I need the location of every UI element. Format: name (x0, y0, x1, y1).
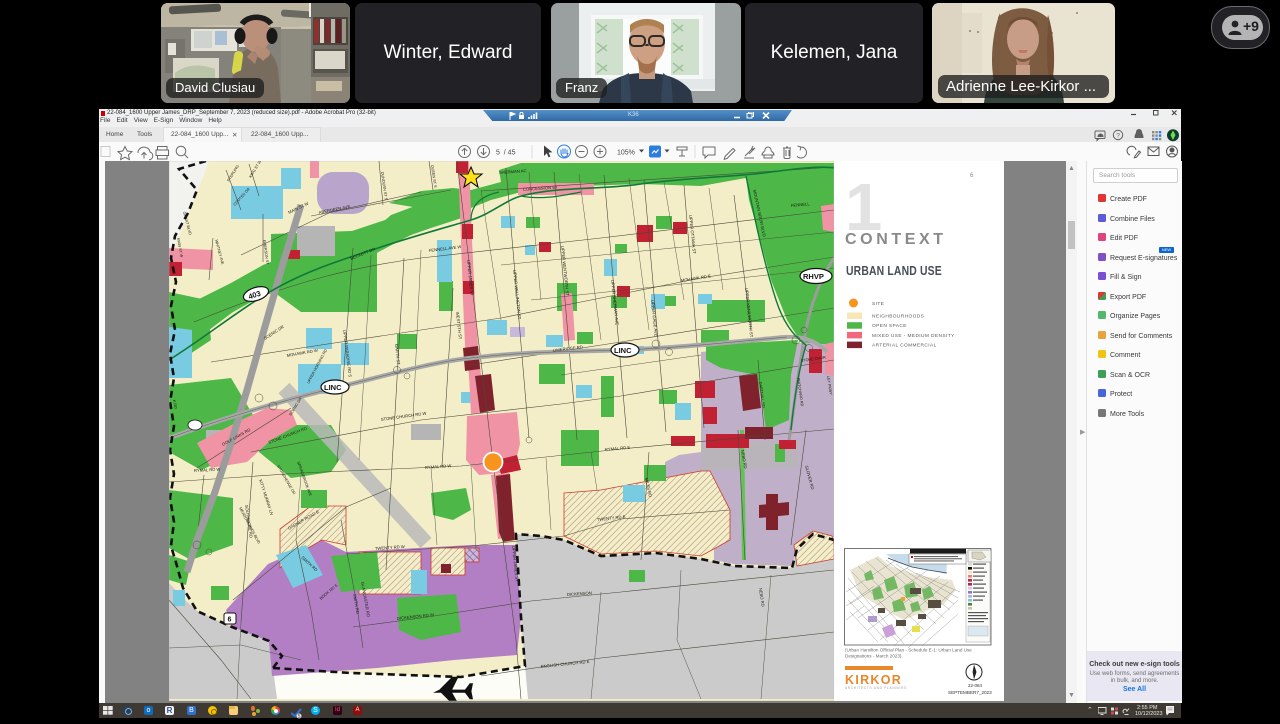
svg-text:(Urban Hamilton Official Plan: (Urban Hamilton Official Plan - Schedule… (845, 648, 972, 653)
svg-text:105%: 105% (617, 150, 635, 157)
svg-text:NEIGHBOURHOODS: NEIGHBOURHOODS (872, 314, 924, 320)
svg-text:MIXED USE - MEDIUM DENSITY: MIXED USE - MEDIUM DENSITY (872, 333, 955, 339)
svg-text:OPEN SPACE: OPEN SPACE (872, 323, 907, 329)
svg-text:6: 6 (227, 617, 231, 624)
svg-text:5: 5 (298, 714, 301, 719)
svg-text:LINC: LINC (614, 346, 632, 355)
svg-text:ARTERIAL COMMERCIAL: ARTERIAL COMMERCIAL (872, 343, 937, 349)
svg-text:22-084: 22-084 (968, 683, 983, 688)
svg-text:SITE: SITE (872, 301, 884, 307)
svg-text:5 / 45: 5 / 45 (496, 150, 516, 157)
svg-text:LINC: LINC (324, 383, 342, 392)
svg-text:?: ? (1116, 132, 1120, 139)
svg-text:SEPTEMBER7_2023: SEPTEMBER7_2023 (948, 690, 992, 695)
svg-text:Designations - March 2023).: Designations - March 2023). (845, 654, 903, 659)
svg-text:RHVP: RHVP (803, 272, 824, 281)
